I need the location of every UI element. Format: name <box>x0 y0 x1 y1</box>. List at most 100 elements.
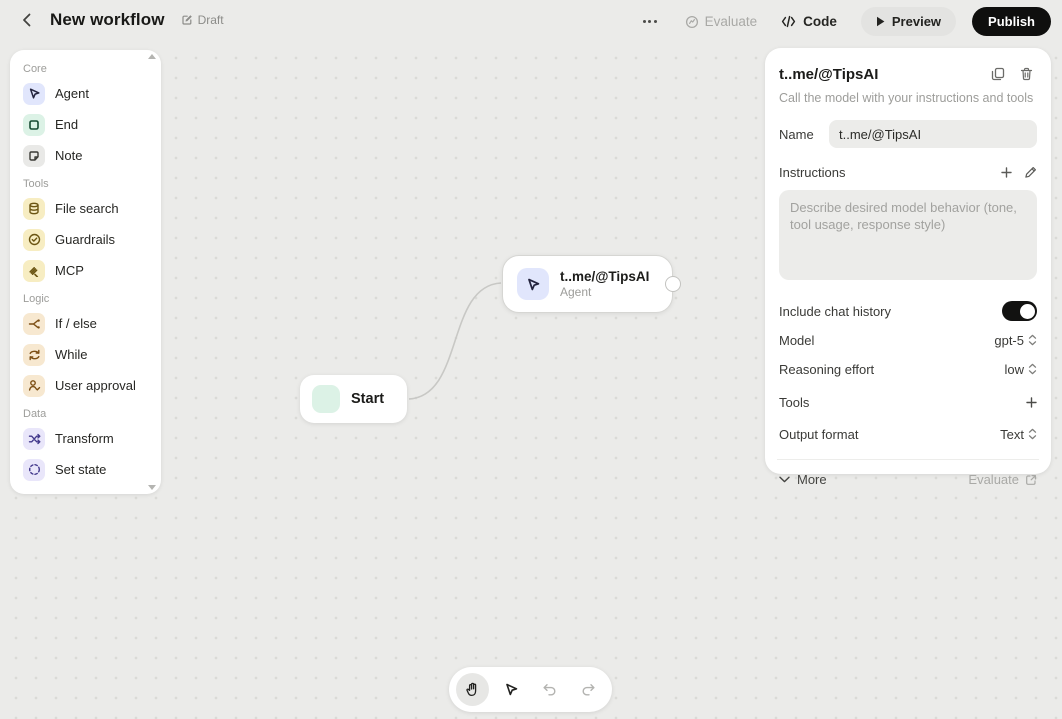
palette-item-note[interactable]: Note <box>23 140 155 171</box>
undo-icon <box>543 684 556 696</box>
mcp-icon <box>23 259 45 282</box>
output-format-label: Output format <box>779 426 859 442</box>
evaluate-link[interactable]: Evaluate <box>968 472 1037 487</box>
duplicate-button[interactable] <box>987 63 1009 85</box>
palette-item-while[interactable]: While <box>23 339 155 370</box>
instructions-textarea[interactable] <box>779 190 1037 280</box>
palette-item-transform[interactable]: Transform <box>23 423 155 454</box>
instructions-label: Instructions <box>779 164 846 180</box>
node-palette: Core Agent End Note Tools File search Gu… <box>10 50 161 494</box>
code-button[interactable]: Code <box>781 14 837 29</box>
more-label: More <box>797 472 827 487</box>
agent-node[interactable]: t..me/@TipsAI Agent <box>502 255 681 313</box>
model-label: Model <box>779 332 815 348</box>
plus-icon <box>1026 396 1037 408</box>
redo-icon <box>582 684 595 696</box>
edit-instruction-button[interactable] <box>1024 166 1037 179</box>
hand-tool-button[interactable] <box>456 673 489 706</box>
preview-button[interactable]: Preview <box>860 7 957 36</box>
output-format-value: Text <box>1000 426 1024 442</box>
palette-item-user-approval[interactable]: User approval <box>23 370 155 401</box>
redo-button[interactable] <box>572 673 605 706</box>
reasoning-select[interactable]: low <box>1004 362 1037 377</box>
hand-icon <box>466 682 477 696</box>
updown-chevrons-icon <box>1028 428 1037 440</box>
name-input[interactable] <box>829 120 1037 148</box>
agent-node-subtitle: Agent <box>560 285 592 299</box>
duplicate-icon <box>991 67 1005 81</box>
note-icon <box>23 144 45 167</box>
code-label: Code <box>803 14 837 29</box>
stop-square-icon <box>23 113 45 136</box>
divider <box>777 459 1039 460</box>
palette-item-guardrails[interactable]: Guardrails <box>23 224 155 255</box>
palette-item-label: MCP <box>55 263 84 278</box>
palette-item-label: End <box>55 117 79 132</box>
name-label: Name <box>779 126 814 142</box>
palette-item-if-else[interactable]: If / else <box>23 308 155 339</box>
user-check-icon <box>23 374 45 397</box>
section-label-tools: Tools <box>23 178 49 190</box>
pencil-icon <box>1025 166 1036 178</box>
palette-item-label: File search <box>55 201 119 216</box>
reasoning-value: low <box>1004 361 1024 377</box>
start-node-label: Start <box>351 391 385 407</box>
palette-item-label: Guardrails <box>55 232 115 247</box>
inspector-title: t..me/@TipsAI <box>779 65 879 83</box>
connection-port[interactable] <box>665 276 681 292</box>
palette-item-label: Set state <box>55 462 107 477</box>
publish-button[interactable]: Publish <box>972 7 1051 36</box>
pencil-square-icon <box>181 15 192 25</box>
add-instruction-button[interactable] <box>1001 166 1012 178</box>
model-value: gpt-5 <box>994 332 1024 348</box>
delete-button[interactable] <box>1015 63 1037 85</box>
output-format-select[interactable]: Text <box>1000 427 1037 442</box>
evaluate-label: Evaluate <box>704 14 758 29</box>
shuffle-icon <box>23 427 45 450</box>
play-icon <box>876 16 885 27</box>
code-brackets-icon <box>781 15 796 28</box>
palette-item-agent[interactable]: Agent <box>23 78 155 109</box>
agent-inspector-panel: t..me/@TipsAI Call the model with your i… <box>765 48 1051 487</box>
evaluate-button[interactable]: Evaluate <box>685 14 758 29</box>
palette-item-label: Transform <box>55 431 114 446</box>
preview-label: Preview <box>891 14 942 29</box>
palette-item-label: Agent <box>55 86 89 101</box>
shield-check-icon <box>23 228 45 251</box>
palette-item-label: User approval <box>55 378 136 393</box>
undo-button[interactable] <box>533 673 566 706</box>
scroll-down-icon[interactable] <box>148 485 156 490</box>
toggle-knob <box>1019 303 1035 319</box>
select-tool-button[interactable] <box>495 673 528 706</box>
palette-item-file-search[interactable]: File search <box>23 193 155 224</box>
database-icon <box>23 197 45 220</box>
workflow-title[interactable]: New workflow <box>50 10 165 30</box>
section-label-logic: Logic <box>23 293 50 305</box>
more-menu-button[interactable] <box>639 16 661 27</box>
scroll-up-icon[interactable] <box>148 54 156 59</box>
chevron-down-icon <box>779 476 790 483</box>
play-icon <box>312 385 340 413</box>
palette-item-set-state[interactable]: Set state <box>23 454 155 485</box>
section-label-data: Data <box>23 408 47 420</box>
chevron-left-icon <box>22 13 30 27</box>
palette-item-end[interactable]: End <box>23 109 155 140</box>
start-node[interactable]: Start <box>300 375 407 423</box>
more-expander[interactable]: More <box>779 472 827 487</box>
add-tool-button[interactable] <box>1026 396 1037 408</box>
back-button[interactable] <box>14 8 38 32</box>
chat-history-toggle[interactable] <box>1002 301 1037 321</box>
external-link-icon <box>1026 474 1036 485</box>
draft-badge: Draft <box>181 13 224 27</box>
model-select[interactable]: gpt-5 <box>994 333 1037 348</box>
cursor-arrow-icon <box>23 82 45 105</box>
cursor-arrow-icon <box>517 268 549 300</box>
loop-icon <box>23 343 45 366</box>
palette-item-mcp[interactable]: MCP <box>23 255 155 286</box>
palette-item-label: Note <box>55 148 83 163</box>
draft-label: Draft <box>197 13 224 27</box>
dashed-circle-icon <box>23 458 45 481</box>
agent-node-title: t..me/@TipsAI <box>560 269 650 284</box>
updown-chevrons-icon <box>1028 334 1037 346</box>
chat-history-label: Include chat history <box>779 303 892 319</box>
